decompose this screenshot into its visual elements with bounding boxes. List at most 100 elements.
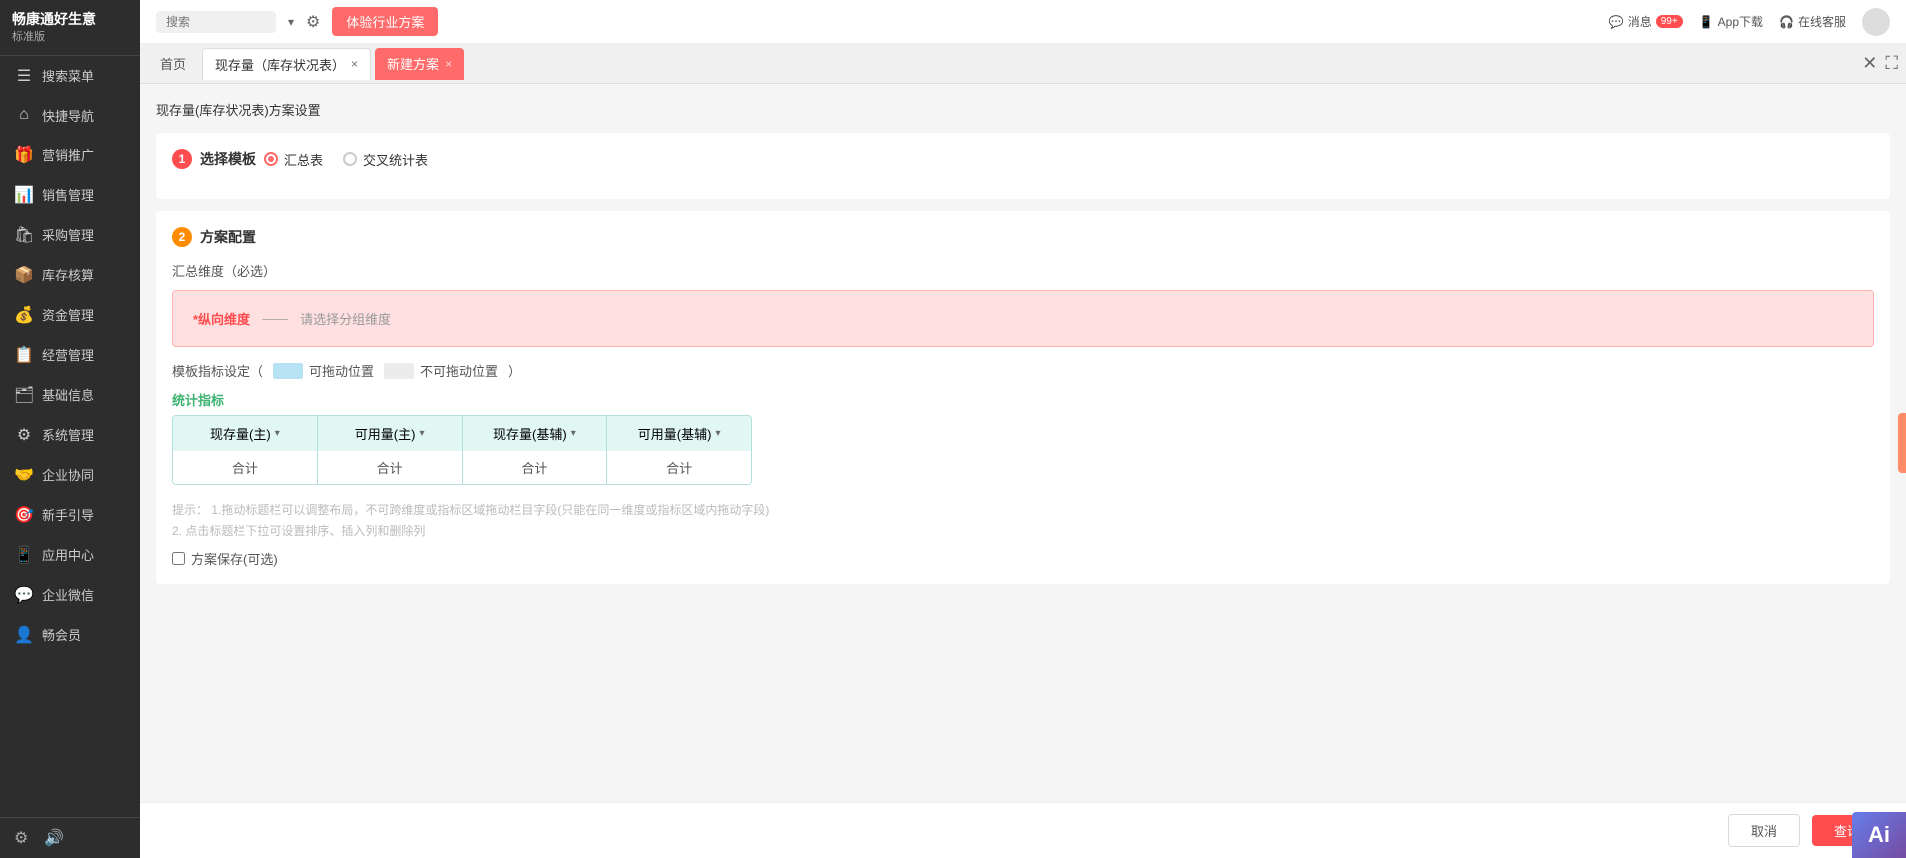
sidebar-item-purchase[interactable]: 🛍 采购管理: [0, 215, 140, 255]
step1-title: 选择模板: [200, 149, 256, 169]
right-handle[interactable]: [1898, 413, 1906, 473]
sidebar-item-newbie[interactable]: 🎯 新手引导: [0, 495, 140, 535]
cancel-button[interactable]: 取消: [1728, 814, 1800, 847]
tab-inventory-status[interactable]: 现存量（库存状况表） ×: [202, 48, 371, 80]
content-area: 现存量(库存状况表)方案设置 1 选择模板 汇总表 交叉统计表: [140, 84, 1906, 802]
clipboard-icon: 📋: [14, 345, 34, 365]
bag-icon: 🛍: [14, 225, 34, 245]
sidebar-item-label: 经营管理: [42, 345, 94, 364]
tip-2: 2. 点击标题栏下拉可设置排序、插入列和删除列: [172, 522, 1874, 539]
step1-header: 1 选择模板 汇总表 交叉统计表: [172, 149, 1874, 169]
sidebar-item-app-center[interactable]: 📱 应用中心: [0, 535, 140, 575]
sidebar-item-label: 库存核算: [42, 265, 94, 284]
sidebar-item-finance[interactable]: 💰 资金管理: [0, 295, 140, 335]
sidebar-scroll: ☰ 搜索菜单 ⌂ 快捷导航 🎁 营销推广 📊 销售管理 🛍 采购管理 📦 库存核…: [0, 56, 140, 817]
col-body-0: 合计: [173, 451, 318, 484]
messages-item[interactable]: 💬 消息 99+: [1609, 13, 1683, 30]
messages-badge: 99+: [1656, 15, 1683, 28]
sidebar-item-sales[interactable]: 📊 销售管理: [0, 175, 140, 215]
sidebar: 畅康通好生意 标准版 ☰ 搜索菜单 ⌂ 快捷导航 🎁 营销推广 📊 销售管理 🛍…: [0, 0, 140, 858]
sidebar-footer: ⚙ 🔊: [0, 817, 140, 858]
summary-dimension-label: 汇总维度（必选）: [172, 261, 1874, 280]
stats-table-body: 合计 合计 合计 合计: [173, 451, 751, 484]
radio-summary[interactable]: 汇总表: [264, 150, 323, 169]
sidebar-item-search-menu[interactable]: ☰ 搜索菜单: [0, 56, 140, 96]
settings-icon[interactable]: ⚙: [14, 828, 28, 848]
col-header-3[interactable]: 可用量(基辅) ▾: [607, 416, 751, 451]
online-service-item[interactable]: 🎧 在线客服: [1779, 13, 1846, 30]
audio-icon[interactable]: 🔊: [44, 828, 64, 848]
col-header-1[interactable]: 可用量(主) ▾: [318, 416, 463, 451]
radio-dot-summary: [264, 152, 278, 166]
sidebar-item-label: 资金管理: [42, 305, 94, 324]
industry-plan-button[interactable]: 体验行业方案: [332, 7, 438, 36]
ai-badge[interactable]: Ai: [1852, 812, 1906, 858]
app-edition: 标准版: [12, 30, 128, 45]
app-download-label: App下载: [1718, 13, 1763, 30]
tab-new-plan[interactable]: 新建方案 ×: [375, 48, 464, 80]
stats-label: 统计指标: [172, 390, 1874, 409]
headset-icon: 🎧: [1779, 15, 1794, 29]
home-icon: ⌂: [14, 106, 34, 124]
not-draggable-label: 不可拖动位置: [420, 361, 498, 380]
main-content: ▾ ⚙ 体验行业方案 💬 消息 99+ 📱 App下载 🎧 在线客服 首页: [140, 0, 1906, 858]
user-avatar[interactable]: [1862, 8, 1890, 36]
sidebar-item-basic-info[interactable]: 🗂 基础信息: [0, 375, 140, 415]
tab-close-all-icon[interactable]: ✕: [1862, 53, 1877, 74]
sidebar-item-enterprise[interactable]: 🤝 企业协同: [0, 455, 140, 495]
dimension-box[interactable]: *纵向维度 —— 请选择分组维度: [172, 290, 1874, 347]
tab-close-new-plan[interactable]: ×: [445, 57, 452, 71]
col-label-1: 可用量(主): [355, 424, 416, 443]
user-icon: 👤: [14, 625, 34, 645]
money-icon: 💰: [14, 305, 34, 325]
not-draggable-indicator: [384, 363, 414, 379]
col-body-2: 合计: [463, 451, 608, 484]
radio-dot-cross: [343, 152, 357, 166]
col-body-1: 合计: [318, 451, 463, 484]
sidebar-item-quick-nav[interactable]: ⌂ 快捷导航: [0, 96, 140, 135]
sidebar-item-system[interactable]: ⚙ 系统管理: [0, 415, 140, 455]
col-header-0[interactable]: 现存量(主) ▾: [173, 416, 318, 451]
col-label-0: 现存量(主): [210, 424, 271, 443]
metric-settings-label: 模板指标设定（: [172, 361, 263, 380]
search-input[interactable]: [156, 11, 276, 33]
col-sub-2: 合计: [521, 458, 547, 477]
target-icon: 🎯: [14, 505, 34, 525]
radio-cross[interactable]: 交叉统计表: [343, 150, 428, 169]
sidebar-item-member[interactable]: 👤 畅会员: [0, 615, 140, 655]
step1-section: 1 选择模板 汇总表 交叉统计表: [156, 133, 1890, 199]
messages-label: 消息: [1628, 13, 1652, 30]
search-menu-icon: ☰: [14, 66, 34, 86]
col-header-2[interactable]: 现存量(基辅) ▾: [463, 416, 608, 451]
sidebar-item-wechat[interactable]: 💬 企业微信: [0, 575, 140, 615]
sidebar-item-operations[interactable]: 📋 经营管理: [0, 335, 140, 375]
chat-icon: 💬: [14, 585, 34, 605]
online-service-label: 在线客服: [1798, 13, 1846, 30]
dropdown-arrow[interactable]: ▾: [288, 15, 294, 29]
folder-icon: 🗂: [14, 385, 34, 405]
not-draggable-legend: 不可拖动位置: [384, 361, 498, 380]
metric-settings-suffix: ）: [508, 361, 521, 380]
step2-header: 2 方案配置: [172, 227, 1874, 247]
step2-section: 2 方案配置 汇总维度（必选） *纵向维度 —— 请选择分组维度 模板指标设定（…: [156, 211, 1890, 584]
stats-table-header: 现存量(主) ▾ 可用量(主) ▾ 现存量(基辅) ▾ 可用量(基辅): [173, 416, 751, 451]
chart-icon: 📊: [14, 185, 34, 205]
tab-close-inventory[interactable]: ×: [351, 57, 358, 71]
bottombar: 取消 查询: [140, 802, 1906, 858]
gear-icon: ⚙: [14, 425, 34, 445]
col-chevron-2: ▾: [571, 428, 576, 439]
topbar-right: 💬 消息 99+ 📱 App下载 🎧 在线客服: [1609, 8, 1890, 36]
sidebar-item-label: 企业微信: [42, 585, 94, 604]
topbar-gear-icon[interactable]: ⚙: [306, 12, 320, 32]
step2-badge: 2: [172, 227, 192, 247]
draggable-legend: 可拖动位置: [273, 361, 374, 380]
tab-expand-icon[interactable]: ⛶: [1885, 53, 1898, 74]
app-download-item[interactable]: 📱 App下载: [1699, 13, 1763, 30]
col-chevron-0: ▾: [275, 428, 280, 439]
tab-home[interactable]: 首页: [148, 48, 198, 80]
col-sub-1: 合计: [377, 458, 403, 477]
sidebar-item-inventory[interactable]: 📦 库存核算: [0, 255, 140, 295]
sidebar-item-marketing[interactable]: 🎁 营销推广: [0, 135, 140, 175]
box-icon: 📦: [14, 265, 34, 285]
save-checkbox[interactable]: [172, 552, 185, 565]
